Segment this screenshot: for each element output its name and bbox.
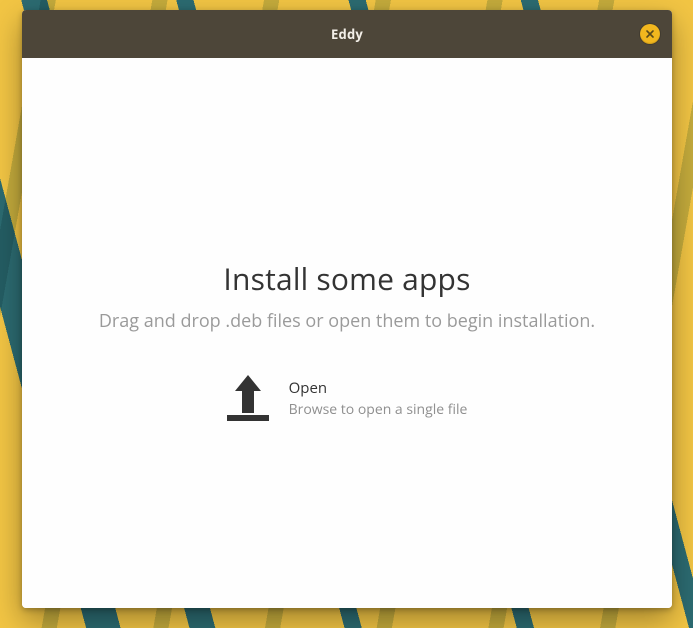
upload-icon <box>227 375 269 421</box>
window-title: Eddy <box>331 25 363 43</box>
titlebar[interactable]: Eddy <box>22 10 672 58</box>
close-button[interactable] <box>640 24 660 44</box>
content-area[interactable]: Install some apps Drag and drop .deb fil… <box>22 58 672 608</box>
subheadline: Drag and drop .deb files or open them to… <box>99 309 595 333</box>
open-title: Open <box>289 378 468 398</box>
headline: Install some apps <box>223 258 470 299</box>
open-description: Browse to open a single file <box>289 400 468 419</box>
close-icon <box>645 29 655 39</box>
app-window: Eddy Install some apps Drag and drop .de… <box>22 10 672 608</box>
open-file-button[interactable]: Open Browse to open a single file <box>227 375 468 421</box>
open-text-group: Open Browse to open a single file <box>289 378 468 419</box>
